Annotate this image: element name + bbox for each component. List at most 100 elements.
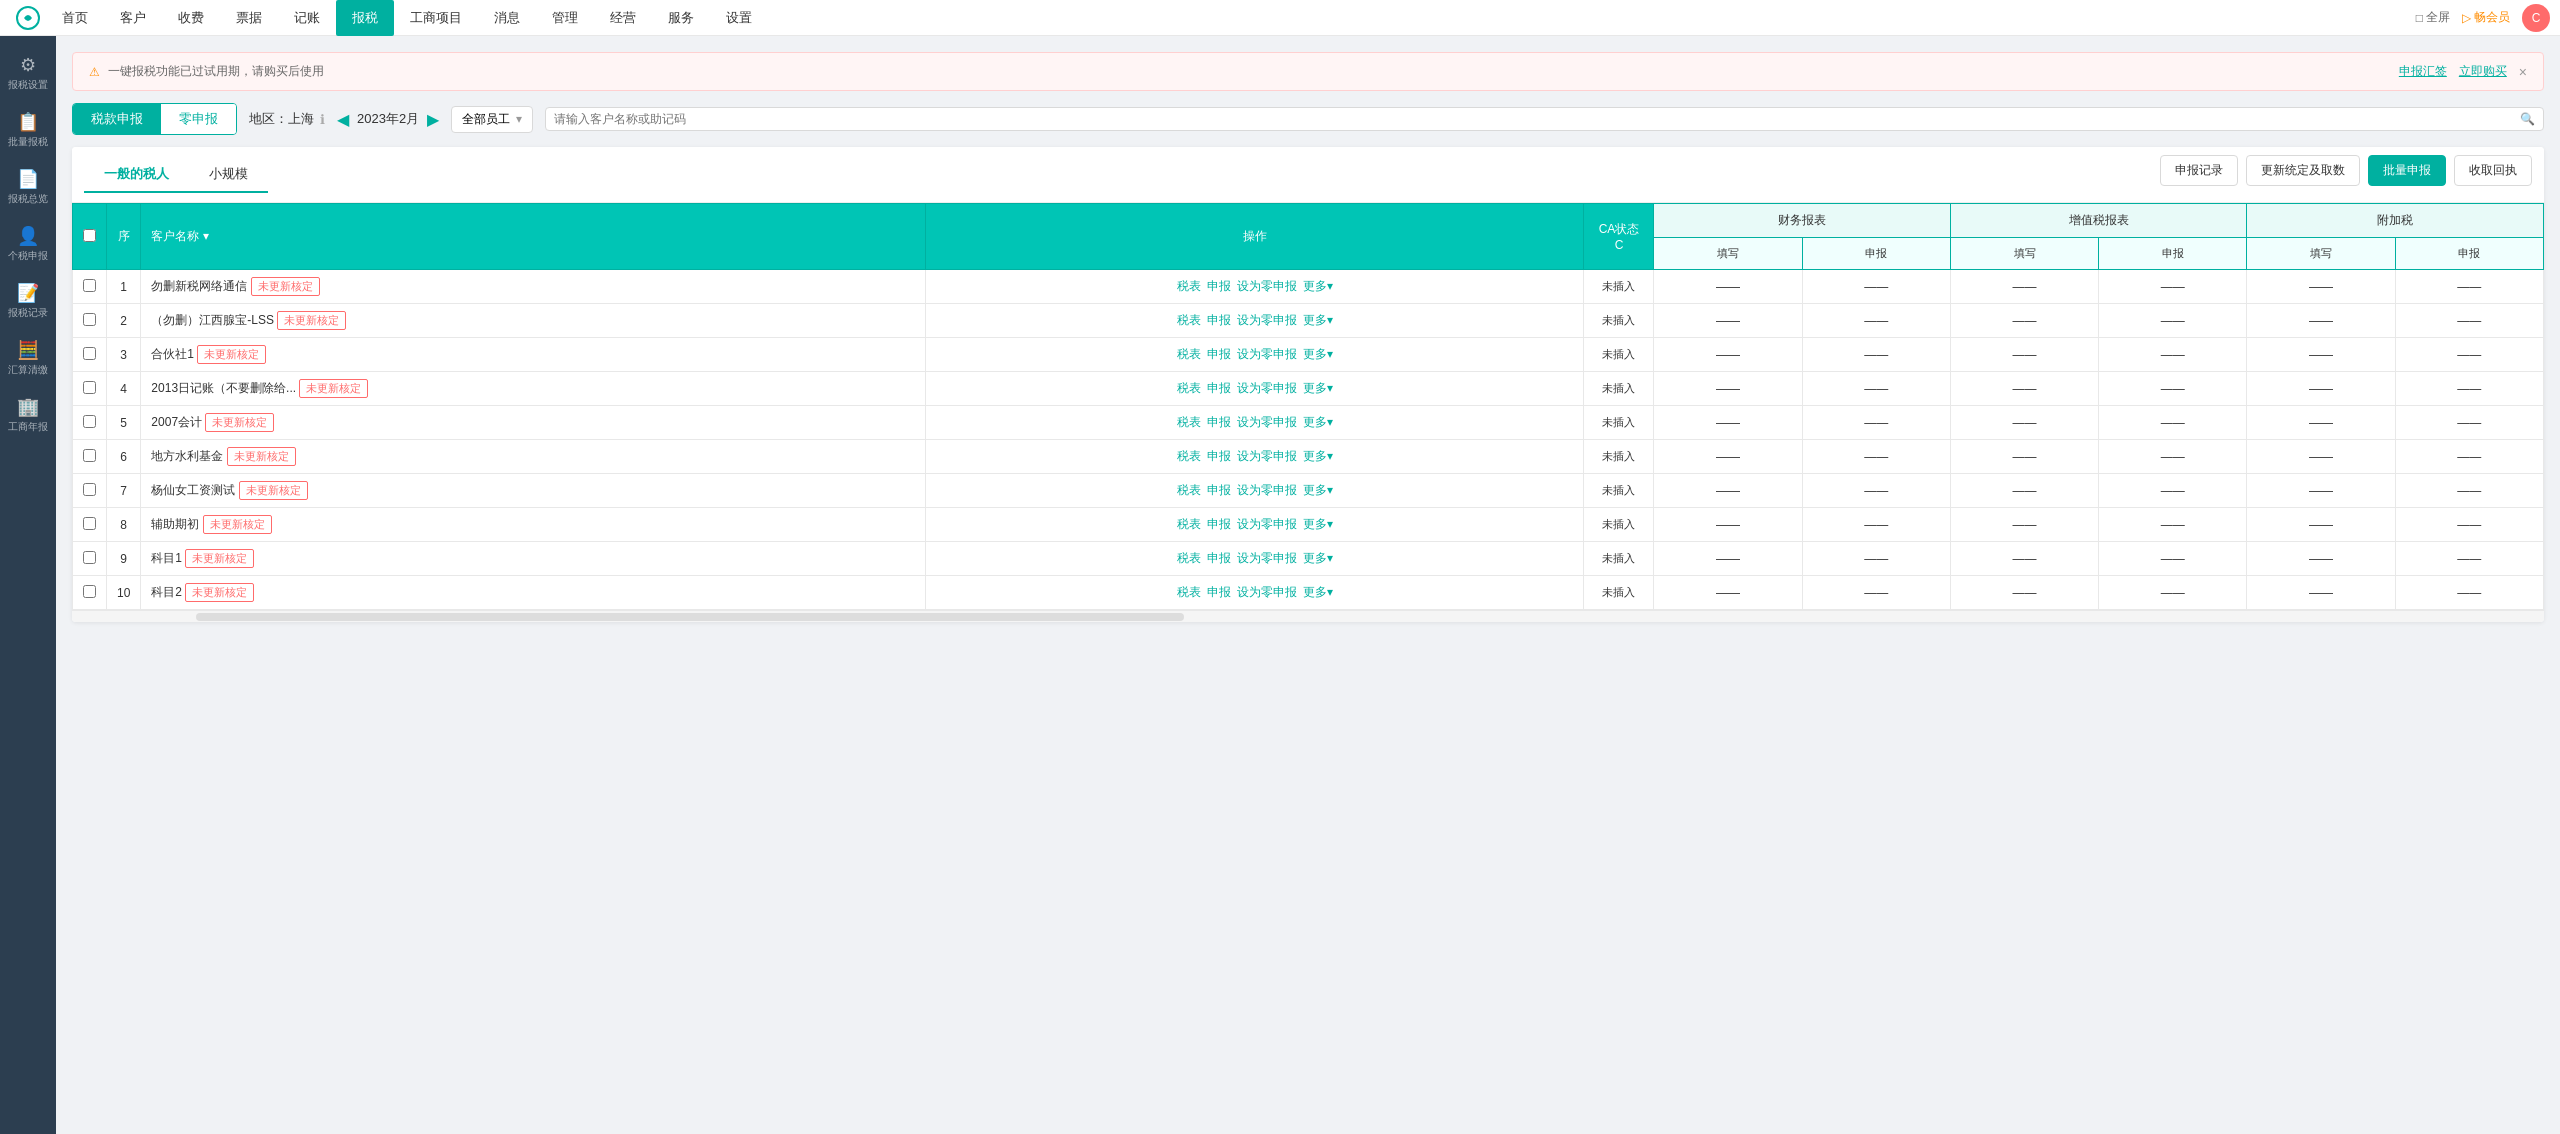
op-设为零申报[interactable]: 设为零申报	[1237, 415, 1297, 429]
op-税表[interactable]: 税表	[1177, 415, 1201, 429]
sidebar-item-报税记录[interactable]: 📝报税记录	[0, 272, 56, 329]
op-税表[interactable]: 税表	[1177, 483, 1201, 497]
row-select-checkbox[interactable]	[83, 415, 96, 428]
row-select-checkbox[interactable]	[83, 347, 96, 360]
op-税表[interactable]: 税表	[1177, 551, 1201, 565]
sidebar-item-批量报税[interactable]: 📋批量报税	[0, 101, 56, 158]
taxpayer-tab-一般的税人[interactable]: 一般的税人	[84, 157, 189, 193]
op-更多▾[interactable]: 更多▾	[1303, 483, 1333, 497]
op-设为零申报[interactable]: 设为零申报	[1237, 347, 1297, 361]
op-税表[interactable]: 税表	[1177, 313, 1201, 327]
nav-item-客户[interactable]: 客户	[104, 0, 162, 36]
row-checkbox[interactable]	[73, 304, 107, 338]
row-checkbox[interactable]	[73, 270, 107, 304]
op-税表[interactable]: 税表	[1177, 517, 1201, 531]
op-更多▾[interactable]: 更多▾	[1303, 551, 1333, 565]
op-设为零申报[interactable]: 设为零申报	[1237, 551, 1297, 565]
sidebar-item-汇算清缴[interactable]: 🧮汇算清缴	[0, 329, 56, 386]
sidebar-item-报税设置[interactable]: ⚙报税设置	[0, 44, 56, 101]
select-all-checkbox[interactable]	[83, 229, 96, 242]
tab-税款申报[interactable]: 税款申报	[73, 104, 161, 134]
row-select-checkbox[interactable]	[83, 313, 96, 326]
sidebar-item-报税总览[interactable]: 📄报税总览	[0, 158, 56, 215]
op-设为零申报[interactable]: 设为零申报	[1237, 449, 1297, 463]
declare-record-btn[interactable]: 申报记录	[2160, 155, 2238, 186]
batch-declare-btn[interactable]: 批量申报	[2368, 155, 2446, 186]
info-icon[interactable]: ℹ	[320, 112, 325, 127]
op-申报[interactable]: 申报	[1207, 415, 1231, 429]
row-select-checkbox[interactable]	[83, 381, 96, 394]
op-设为零申报[interactable]: 设为零申报	[1237, 483, 1297, 497]
row-checkbox[interactable]	[73, 542, 107, 576]
nav-item-工商项目[interactable]: 工商项目	[394, 0, 478, 36]
op-设为零申报[interactable]: 设为零申报	[1237, 279, 1297, 293]
nav-item-票据[interactable]: 票据	[220, 0, 278, 36]
nav-item-服务[interactable]: 服务	[652, 0, 710, 36]
op-设为零申报[interactable]: 设为零申报	[1237, 517, 1297, 531]
op-设为零申报[interactable]: 设为零申报	[1237, 313, 1297, 327]
row-checkbox[interactable]	[73, 440, 107, 474]
sidebar-item-个税申报[interactable]: 👤个税申报	[0, 215, 56, 272]
collect-receipt-btn[interactable]: 收取回执	[2454, 155, 2532, 186]
op-申报[interactable]: 申报	[1207, 551, 1231, 565]
op-申报[interactable]: 申报	[1207, 347, 1231, 361]
op-更多▾[interactable]: 更多▾	[1303, 313, 1333, 327]
op-申报[interactable]: 申报	[1207, 483, 1231, 497]
row-checkbox[interactable]	[73, 474, 107, 508]
nav-item-报税[interactable]: 报税	[336, 0, 394, 36]
next-date-btn[interactable]: ▶	[427, 110, 439, 129]
search-icon[interactable]: 🔍	[2520, 112, 2535, 126]
op-税表[interactable]: 税表	[1177, 381, 1201, 395]
prev-date-btn[interactable]: ◀	[337, 110, 349, 129]
taxpayer-tab-小规模[interactable]: 小规模	[189, 157, 268, 193]
row-select-checkbox[interactable]	[83, 483, 96, 496]
op-税表[interactable]: 税表	[1177, 449, 1201, 463]
row-checkbox[interactable]	[73, 372, 107, 406]
nav-item-经营[interactable]: 经营	[594, 0, 652, 36]
op-更多▾[interactable]: 更多▾	[1303, 517, 1333, 531]
nav-item-管理[interactable]: 管理	[536, 0, 594, 36]
op-更多▾[interactable]: 更多▾	[1303, 279, 1333, 293]
op-申报[interactable]: 申报	[1207, 449, 1231, 463]
op-申报[interactable]: 申报	[1207, 313, 1231, 327]
op-更多▾[interactable]: 更多▾	[1303, 585, 1333, 599]
op-设为零申报[interactable]: 设为零申报	[1237, 381, 1297, 395]
op-设为零申报[interactable]: 设为零申报	[1237, 585, 1297, 599]
tab-零申报[interactable]: 零申报	[161, 104, 236, 134]
op-更多▾[interactable]: 更多▾	[1303, 415, 1333, 429]
employee-select[interactable]: 全部员工 ▾	[451, 106, 533, 133]
op-税表[interactable]: 税表	[1177, 585, 1201, 599]
op-申报[interactable]: 申报	[1207, 585, 1231, 599]
row-select-checkbox[interactable]	[83, 585, 96, 598]
row-select-checkbox[interactable]	[83, 551, 96, 564]
nav-item-记账[interactable]: 记账	[278, 0, 336, 36]
row-checkbox[interactable]	[73, 338, 107, 372]
row-select-checkbox[interactable]	[83, 449, 96, 462]
banner-close-btn[interactable]: ×	[2519, 64, 2527, 80]
op-更多▾[interactable]: 更多▾	[1303, 381, 1333, 395]
sidebar-item-工商年报[interactable]: 🏢工商年报	[0, 386, 56, 443]
nav-item-设置[interactable]: 设置	[710, 0, 768, 36]
row-checkbox[interactable]	[73, 508, 107, 542]
buy-now-link[interactable]: 立即购买	[2459, 63, 2507, 80]
horizontal-scrollbar[interactable]	[72, 610, 2544, 622]
row-checkbox[interactable]	[73, 576, 107, 610]
update-stats-btn[interactable]: 更新统定及取数	[2246, 155, 2360, 186]
search-input[interactable]	[554, 112, 2514, 126]
fullscreen-btn[interactable]: □ 全屏	[2416, 9, 2450, 26]
row-select-checkbox[interactable]	[83, 517, 96, 530]
op-更多▾[interactable]: 更多▾	[1303, 347, 1333, 361]
vip-btn[interactable]: ▷ 畅会员	[2462, 9, 2510, 26]
nav-item-首页[interactable]: 首页	[46, 0, 104, 36]
op-更多▾[interactable]: 更多▾	[1303, 449, 1333, 463]
nav-item-收费[interactable]: 收费	[162, 0, 220, 36]
op-税表[interactable]: 税表	[1177, 347, 1201, 361]
op-税表[interactable]: 税表	[1177, 279, 1201, 293]
row-select-checkbox[interactable]	[83, 279, 96, 292]
op-申报[interactable]: 申报	[1207, 279, 1231, 293]
op-申报[interactable]: 申报	[1207, 517, 1231, 531]
nav-item-消息[interactable]: 消息	[478, 0, 536, 36]
op-申报[interactable]: 申报	[1207, 381, 1231, 395]
user-avatar[interactable]: C	[2522, 4, 2550, 32]
apply-summary-link[interactable]: 申报汇签	[2399, 63, 2447, 80]
